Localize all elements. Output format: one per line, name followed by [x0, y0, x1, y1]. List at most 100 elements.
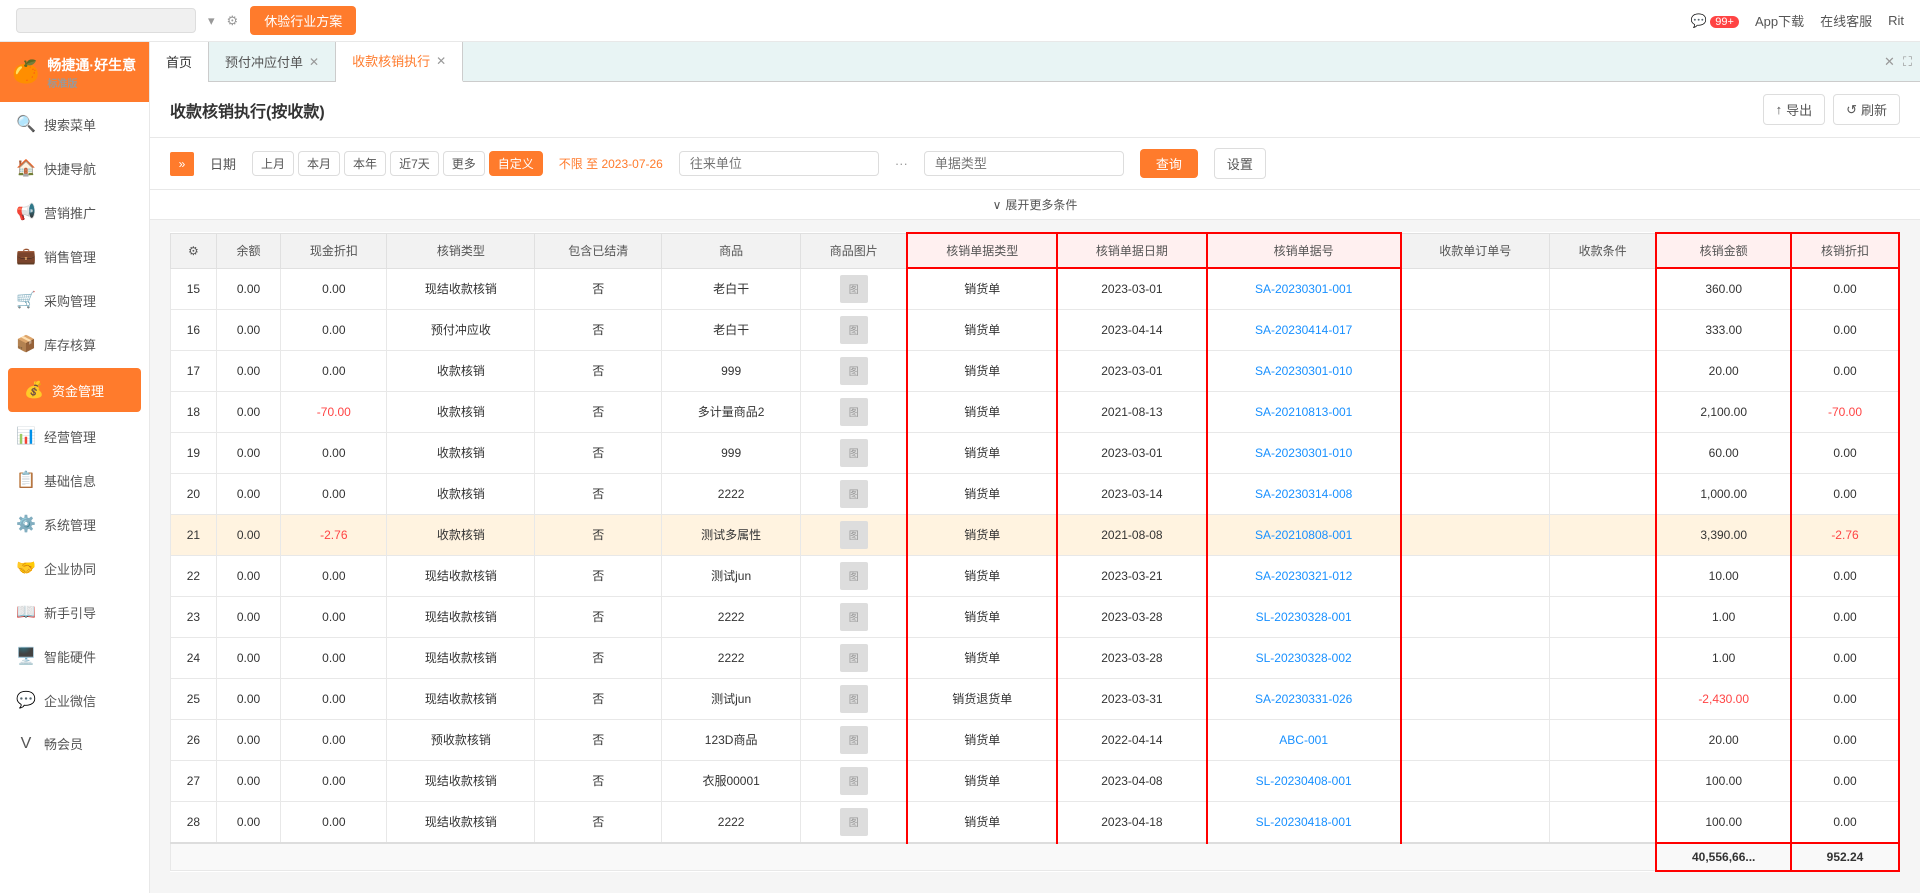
sidebar-item-newbie[interactable]: 📖 新手引导 [0, 590, 149, 634]
sidebar-label-system: 系统管理 [44, 515, 96, 534]
sidebar-item-member[interactable]: V 畅会员 [0, 722, 149, 765]
sidebar-item-basic-info[interactable]: 📋 基础信息 [0, 458, 149, 502]
date-btn-this-year[interactable]: 本年 [344, 151, 386, 176]
online-service-link[interactable]: 在线客服 [1820, 11, 1872, 30]
expand-window-icon[interactable]: ⛶ [1903, 54, 1912, 70]
writeoff-bill-no-link[interactable]: SA-20230301-001 [1255, 282, 1352, 296]
table-wrap[interactable]: ⚙ 余额 现金折扣 核销类型 包含已结清 商品 商品图片 核销单据类型 核销单据… [150, 220, 1920, 893]
dropdown-icon[interactable]: ▾ [208, 13, 215, 29]
sidebar-item-operations[interactable]: 📊 经营管理 [0, 414, 149, 458]
tab-collection-close[interactable]: ✕ [436, 54, 446, 68]
writeoff-bill-no-link[interactable]: SL-20230328-002 [1256, 651, 1352, 665]
tab-home-label: 首页 [166, 52, 192, 71]
gear-icon[interactable]: ⚙ [227, 13, 239, 29]
cell-writeoff-amount: 10.00 [1656, 555, 1791, 596]
writeoff-bill-no-link[interactable]: SL-20230328-001 [1256, 610, 1352, 624]
purchase-icon: 🛒 [16, 290, 36, 310]
writeoff-bill-no-link[interactable]: SL-20230408-001 [1256, 774, 1352, 788]
sidebar-item-purchase[interactable]: 🛒 采购管理 [0, 278, 149, 322]
writeoff-bill-no-link[interactable]: SL-20230418-001 [1256, 815, 1352, 829]
table-row: 23 0.00 0.00 现结收款核销 否 2222 图 销货单 2023-03… [171, 596, 1900, 637]
col-header-cash-discount: 现金折扣 [281, 233, 387, 268]
cell-writeoff-bill-no: SA-20230301-010 [1207, 350, 1401, 391]
cell-writeoff-discount: -2.76 [1791, 514, 1899, 555]
cell-goods-img: 图 [800, 801, 907, 843]
cell-writeoff-bill-no: SA-20230321-012 [1207, 555, 1401, 596]
cell-writeoff-amount: 1,000.00 [1656, 473, 1791, 514]
writeoff-bill-no-link[interactable]: ABC-001 [1279, 733, 1328, 747]
col-header-settings[interactable]: ⚙ [171, 233, 217, 268]
cell-no: 19 [171, 432, 217, 473]
writeoff-bill-no-link[interactable]: SA-20230414-017 [1255, 323, 1352, 337]
app-download-link[interactable]: App下载 [1755, 11, 1804, 30]
partner-input[interactable] [679, 151, 879, 176]
sidebar-item-finance[interactable]: 💰 资金管理 [8, 368, 141, 412]
writeoff-bill-no-link[interactable]: SA-20230301-010 [1255, 364, 1352, 378]
sidebar-item-quick-nav[interactable]: 🏠 快捷导航 [0, 146, 149, 190]
query-button[interactable]: 查询 [1140, 149, 1198, 178]
writeoff-bill-no-link[interactable]: SA-20230321-012 [1255, 569, 1352, 583]
date-btn-custom[interactable]: 自定义 [489, 151, 543, 176]
cell-goods-img: 图 [800, 350, 907, 391]
expand-more-btn[interactable]: ∨ 展开更多条件 [993, 196, 1078, 213]
writeoff-bill-no-link[interactable]: SA-20210808-001 [1255, 528, 1352, 542]
sidebar-item-system[interactable]: ⚙️ 系统管理 [0, 502, 149, 546]
writeoff-bill-no-link[interactable]: SA-20230301-010 [1255, 446, 1352, 460]
header-row: ⚙ 余额 现金折扣 核销类型 包含已结清 商品 商品图片 核销单据类型 核销单据… [171, 233, 1900, 268]
cell-writeoff-bill-type: 销货单 [907, 596, 1057, 637]
message-icon[interactable]: 💬 99+ [1690, 13, 1738, 29]
setting-button[interactable]: 设置 [1214, 148, 1266, 179]
tab-collection[interactable]: 收款核销执行 ✕ [336, 42, 463, 82]
cell-writeoff-type: 预收款核销 [387, 719, 535, 760]
table-row: 27 0.00 0.00 现结收款核销 否 衣服00001 图 销货单 2023… [171, 760, 1900, 801]
cell-include-settled: 否 [535, 268, 662, 309]
tab-prepay[interactable]: 预付冲应付单 ✕ [209, 42, 336, 82]
cell-writeoff-type: 预付冲应收 [387, 309, 535, 350]
cell-include-settled: 否 [535, 432, 662, 473]
footer-row: 40,556,66... 952.24 [171, 843, 1900, 871]
tab-prepay-close[interactable]: ✕ [309, 55, 319, 69]
refresh-button[interactable]: ↺ 刷新 [1833, 94, 1900, 125]
date-btn-last-month[interactable]: 上月 [252, 151, 294, 176]
date-btn-7days[interactable]: 近7天 [390, 151, 439, 176]
tab-home[interactable]: 首页 [150, 42, 209, 82]
top-search-input[interactable] [16, 8, 196, 33]
cell-include-settled: 否 [535, 350, 662, 391]
cell-goods: 2222 [662, 637, 801, 678]
sidebar-item-marketing[interactable]: 📢 营销推广 [0, 190, 149, 234]
date-btn-this-month[interactable]: 本月 [298, 151, 340, 176]
cell-goods-img: 图 [800, 596, 907, 637]
export-button[interactable]: ↑ 导出 [1763, 94, 1826, 125]
sidebar-item-inventory[interactable]: 📦 库存核算 [0, 322, 149, 366]
data-table: ⚙ 余额 现金折扣 核销类型 包含已结清 商品 商品图片 核销单据类型 核销单据… [170, 232, 1900, 872]
top-bar-right: 💬 99+ App下载 在线客服 Rit [1690, 11, 1904, 30]
industry-btn[interactable]: 休验行业方案 [250, 6, 356, 35]
cell-goods: 测试jun [662, 678, 801, 719]
voucher-type-input[interactable] [924, 151, 1124, 176]
cell-writeoff-amount: 100.00 [1656, 760, 1791, 801]
cell-cash-discount: 0.00 [281, 432, 387, 473]
sidebar-item-corp[interactable]: 🤝 企业协同 [0, 546, 149, 590]
sidebar-item-hardware[interactable]: 🖥️ 智能硬件 [0, 634, 149, 678]
cell-collection-condition [1549, 309, 1656, 350]
cell-balance: 0.00 [216, 432, 280, 473]
writeoff-bill-no-link[interactable]: SA-20210813-001 [1255, 405, 1352, 419]
marketing-icon: 📢 [16, 202, 36, 222]
cell-writeoff-bill-no: SL-20230408-001 [1207, 760, 1401, 801]
cell-goods-img: 图 [800, 391, 907, 432]
cell-collection-order-no [1401, 760, 1550, 801]
sidebar-item-wechat[interactable]: 💬 企业微信 [0, 678, 149, 722]
cell-writeoff-bill-type: 销货单 [907, 391, 1057, 432]
date-btn-more[interactable]: 更多 [443, 151, 485, 176]
sidebar-item-sales[interactable]: 💼 销售管理 [0, 234, 149, 278]
filter-expand-arrow[interactable]: » [170, 152, 194, 176]
sidebar-item-search[interactable]: 🔍 搜索菜单 [0, 102, 149, 146]
cell-writeoff-bill-date: 2023-04-18 [1057, 801, 1207, 843]
cell-goods-img: 图 [800, 309, 907, 350]
corp-icon: 🤝 [16, 558, 36, 578]
writeoff-bill-no-link[interactable]: SA-20230331-026 [1255, 692, 1352, 706]
col-header-collection-condition: 收款条件 [1549, 233, 1656, 268]
close-all-icon[interactable]: ✕ [1884, 54, 1895, 70]
partner-dots[interactable]: ··· [895, 156, 908, 171]
writeoff-bill-no-link[interactable]: SA-20230314-008 [1255, 487, 1352, 501]
